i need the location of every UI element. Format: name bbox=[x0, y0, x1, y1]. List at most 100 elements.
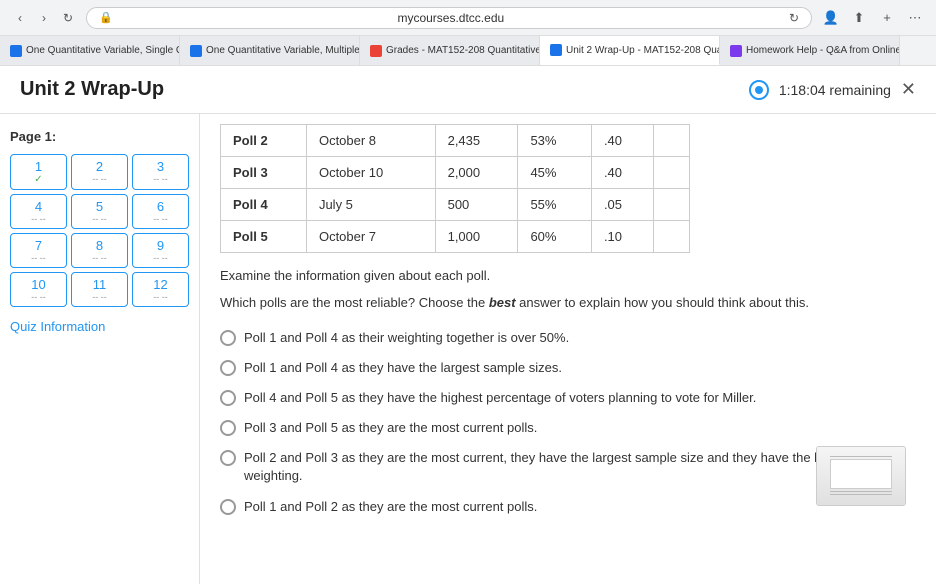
question-num-11[interactable]: 11 -- -- bbox=[71, 272, 128, 307]
quiz-info-link[interactable]: Quiz Information bbox=[10, 319, 189, 334]
content-area: Poll 2 October 8 2,435 53% .40 Poll 3 Oc… bbox=[200, 114, 936, 584]
num-status-1: ✓ bbox=[34, 174, 42, 185]
new-tab-button[interactable]: + bbox=[876, 7, 898, 29]
radio-label-1: Poll 1 and Poll 4 as their weighting tog… bbox=[244, 329, 569, 347]
page-title: Unit 2 Wrap-Up bbox=[20, 78, 164, 101]
radio-button-4[interactable] bbox=[220, 420, 236, 436]
thumb-line-2 bbox=[830, 491, 892, 492]
url-text: mycourses.dtcc.edu bbox=[119, 11, 783, 25]
poll-date-2: October 8 bbox=[306, 125, 435, 157]
num-label-1: 1 bbox=[35, 159, 42, 174]
main-layout: Page 1: 1 ✓ 2 -- -- 3 -- -- 4 -- -- 5 --… bbox=[0, 114, 936, 584]
tab-favicon-4 bbox=[550, 44, 562, 56]
question-num-12[interactable]: 12 -- -- bbox=[132, 272, 189, 307]
num-status-4: -- -- bbox=[31, 214, 46, 224]
tab-single-group[interactable]: One Quantitative Variable, Single Group bbox=[0, 36, 180, 65]
page-thumbnail bbox=[816, 446, 906, 506]
radio-label-2: Poll 1 and Poll 4 as they have the large… bbox=[244, 359, 562, 377]
page-label: Page 1: bbox=[10, 129, 189, 144]
table-row: Poll 3 October 10 2,000 45% .40 bbox=[221, 157, 690, 189]
question-num-3[interactable]: 3 -- -- bbox=[132, 154, 189, 190]
question-num-10[interactable]: 10 -- -- bbox=[10, 272, 67, 307]
num-label-4: 4 bbox=[35, 199, 42, 214]
question-num-7[interactable]: 7 -- -- bbox=[10, 233, 67, 268]
thumb-table bbox=[830, 459, 892, 489]
radio-option-2[interactable]: Poll 1 and Poll 4 as they have the large… bbox=[220, 359, 916, 377]
question-num-2[interactable]: 2 -- -- bbox=[71, 154, 128, 190]
radio-option-3[interactable]: Poll 4 and Poll 5 as they have the highe… bbox=[220, 389, 916, 407]
radio-button-6[interactable] bbox=[220, 499, 236, 515]
tab-label-5: Homework Help - Q&A from Online Tutor... bbox=[746, 45, 900, 56]
question-num-8[interactable]: 8 -- -- bbox=[71, 233, 128, 268]
question-num-5[interactable]: 5 -- -- bbox=[71, 194, 128, 229]
tab-label-4: Unit 2 Wrap-Up - MAT152-208 Quantitati..… bbox=[566, 45, 720, 56]
tab-multiple-groups[interactable]: One Quantitative Variable, Multiple Grou… bbox=[180, 36, 360, 65]
num-status-6: -- -- bbox=[153, 214, 168, 224]
tab-grades[interactable]: Grades - MAT152-208 Quantitative Reas... bbox=[360, 36, 540, 65]
table-row: Poll 5 October 7 1,000 60% .10 bbox=[221, 221, 690, 253]
radio-button-5[interactable] bbox=[220, 450, 236, 466]
poll-extra-5 bbox=[653, 221, 689, 253]
tab-homework[interactable]: Homework Help - Q&A from Online Tutor... bbox=[720, 36, 900, 65]
num-label-7: 7 bbox=[35, 238, 42, 253]
question-num-9[interactable]: 9 -- -- bbox=[132, 233, 189, 268]
number-grid: 1 ✓ 2 -- -- 3 -- -- 4 -- -- 5 -- -- 6 --… bbox=[10, 154, 189, 307]
radio-button-2[interactable] bbox=[220, 360, 236, 376]
radio-button-1[interactable] bbox=[220, 330, 236, 346]
back-button[interactable]: ‹ bbox=[10, 8, 30, 28]
poll-weight-3: .40 bbox=[591, 157, 653, 189]
poll-extra-3 bbox=[653, 157, 689, 189]
nav-controls: ‹ › ↻ bbox=[10, 8, 78, 28]
address-bar[interactable]: 🔒 mycourses.dtcc.edu ↻ bbox=[86, 7, 812, 29]
tab-label-2: One Quantitative Variable, Multiple Grou… bbox=[206, 45, 360, 56]
thumbnail-inner bbox=[817, 447, 905, 505]
browser-chrome: ‹ › ↻ 🔒 mycourses.dtcc.edu ↻ 👤 ⬆ + ⋯ bbox=[0, 0, 936, 36]
poll-name-4: Poll 4 bbox=[221, 189, 307, 221]
question-text: Which polls are the most reliable? Choos… bbox=[220, 293, 916, 313]
question-bold: best bbox=[489, 295, 516, 310]
num-label-10: 10 bbox=[31, 277, 45, 292]
tab-favicon-5 bbox=[730, 45, 742, 57]
radio-option-4[interactable]: Poll 3 and Poll 5 as they are the most c… bbox=[220, 419, 916, 437]
question-suffix: answer to explain how you should think a… bbox=[516, 295, 809, 310]
radio-option-6[interactable]: Poll 1 and Poll 2 as they are the most c… bbox=[220, 498, 916, 516]
num-status-5: -- -- bbox=[92, 214, 107, 224]
radio-button-3[interactable] bbox=[220, 390, 236, 406]
poll-extra-2 bbox=[653, 125, 689, 157]
page-header: Unit 2 Wrap-Up 1:18:04 remaining ✕ bbox=[0, 66, 936, 114]
browser-actions: 👤 ⬆ + ⋯ bbox=[820, 7, 926, 29]
timer-area: 1:18:04 remaining ✕ bbox=[749, 79, 916, 100]
tab-wrapup[interactable]: Unit 2 Wrap-Up - MAT152-208 Quantitati..… bbox=[540, 36, 720, 65]
radio-option-5[interactable]: Poll 2 and Poll 3 as they are the most c… bbox=[220, 449, 916, 485]
close-button[interactable]: ✕ bbox=[901, 79, 916, 100]
num-status-2: -- -- bbox=[92, 174, 107, 184]
num-label-6: 6 bbox=[157, 199, 164, 214]
tab-favicon-1 bbox=[10, 45, 22, 57]
forward-button[interactable]: › bbox=[34, 8, 54, 28]
radio-label-6: Poll 1 and Poll 2 as they are the most c… bbox=[244, 498, 537, 516]
poll-date-4: July 5 bbox=[306, 189, 435, 221]
poll-date-3: October 10 bbox=[306, 157, 435, 189]
radio-option-1[interactable]: Poll 1 and Poll 4 as their weighting tog… bbox=[220, 329, 916, 347]
timer-icon bbox=[749, 80, 769, 100]
content-wrapper: Poll 2 October 8 2,435 53% .40 Poll 3 Oc… bbox=[220, 124, 916, 516]
tab-favicon-2 bbox=[190, 45, 202, 57]
share-button[interactable]: ⬆ bbox=[848, 7, 870, 29]
tab-label-1: One Quantitative Variable, Single Group bbox=[26, 45, 180, 56]
poll-sample-3: 2,000 bbox=[435, 157, 518, 189]
question-num-6[interactable]: 6 -- -- bbox=[132, 194, 189, 229]
num-label-8: 8 bbox=[96, 238, 103, 253]
question-num-1[interactable]: 1 ✓ bbox=[10, 154, 67, 190]
poll-pct-4: 55% bbox=[518, 189, 591, 221]
tab-favicon-3 bbox=[370, 45, 382, 57]
num-label-2: 2 bbox=[96, 159, 103, 174]
num-status-12: -- -- bbox=[153, 292, 168, 302]
question-prefix: Which polls are the most reliable? Choos… bbox=[220, 295, 489, 310]
refresh-button[interactable]: ↻ bbox=[58, 8, 78, 28]
num-label-5: 5 bbox=[96, 199, 103, 214]
more-button[interactable]: ⋯ bbox=[904, 7, 926, 29]
radio-label-3: Poll 4 and Poll 5 as they have the highe… bbox=[244, 389, 756, 407]
account-button[interactable]: 👤 bbox=[820, 7, 842, 29]
question-num-4[interactable]: 4 -- -- bbox=[10, 194, 67, 229]
num-label-3: 3 bbox=[157, 159, 164, 174]
